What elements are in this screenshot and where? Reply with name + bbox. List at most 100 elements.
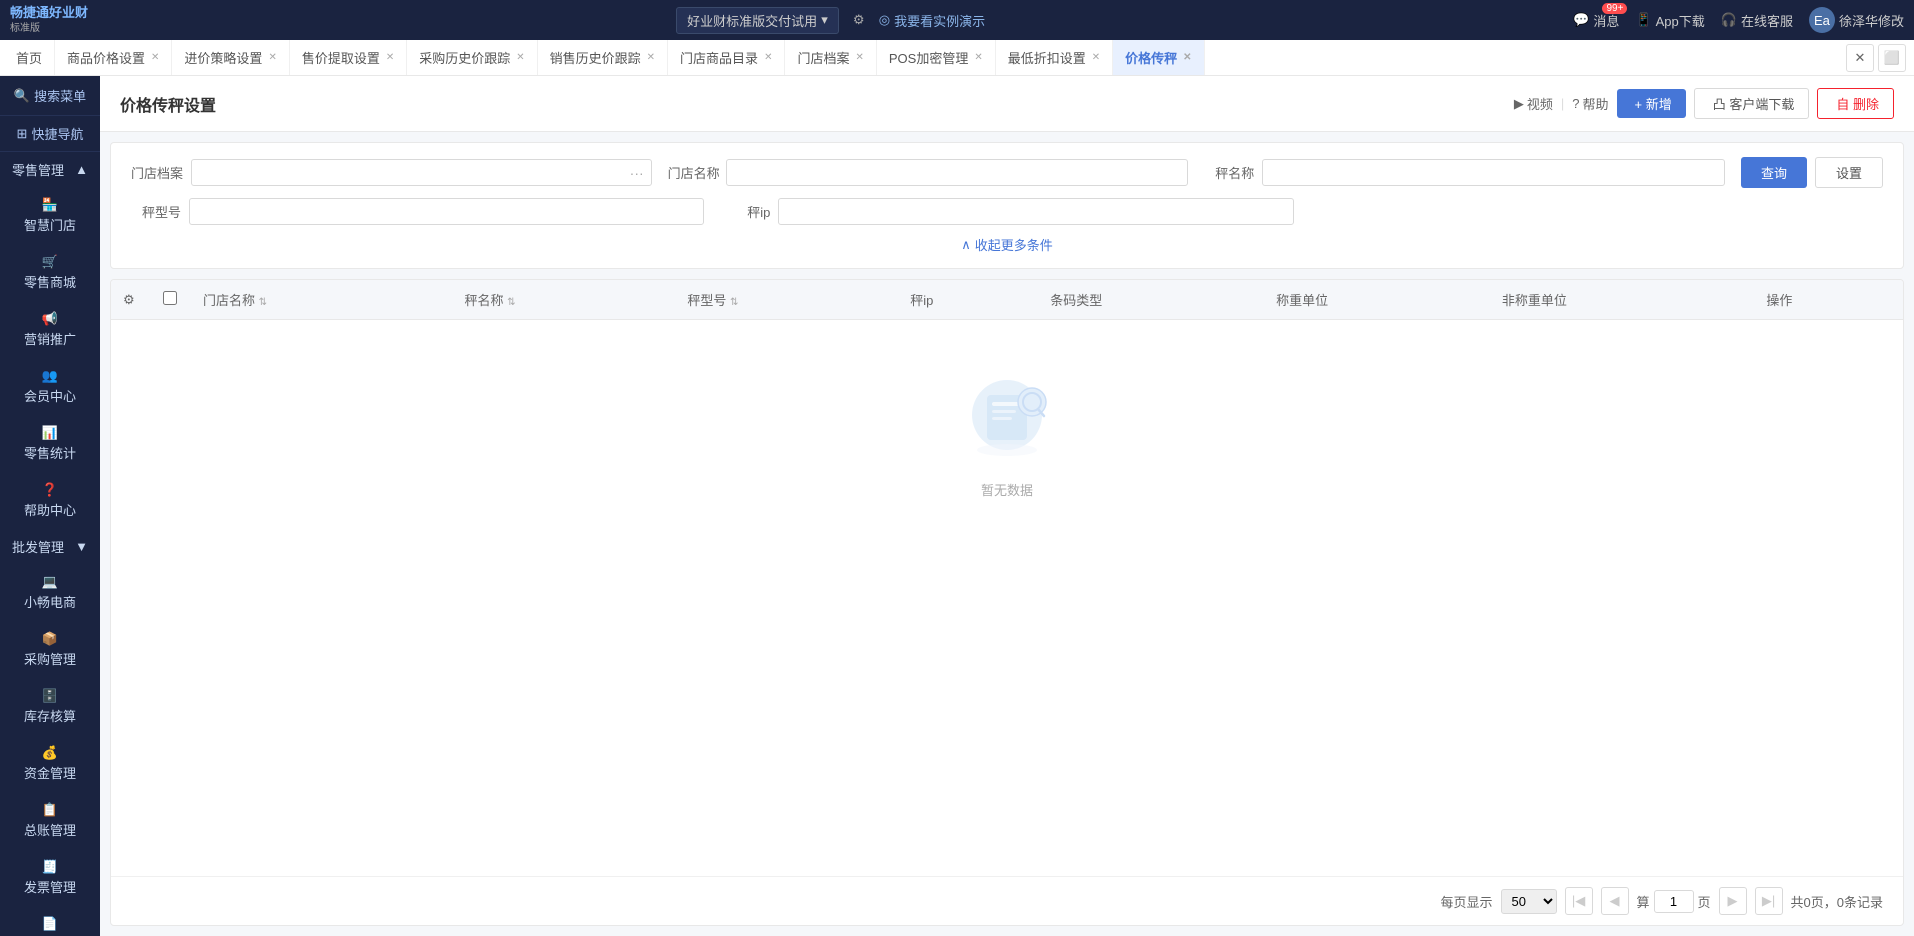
tab-close-icon[interactable]: ✕ <box>647 52 655 63</box>
tab-home-label: 首页 <box>16 48 42 67</box>
tab-purchase-history[interactable]: 采购历史价跟踪 ✕ <box>407 40 537 76</box>
th-barcode-type: 条码类型 <box>1038 280 1264 320</box>
tab-close-icon[interactable]: ✕ <box>1183 52 1191 63</box>
sidebar-item-retail-mall[interactable]: 🛒 零售商城 <box>0 244 100 301</box>
retail-group-label: 零售管理 <box>12 160 64 179</box>
last-page-button[interactable]: ▶| <box>1755 887 1783 915</box>
sidebar-item-ledger[interactable]: 📋 总账管理 <box>0 792 100 849</box>
set-button[interactable]: 设置 <box>1815 157 1883 188</box>
tab-price-transfer[interactable]: 价格传秤 ✕ <box>1113 40 1204 76</box>
set-label: 设置 <box>1836 163 1862 182</box>
select-all-checkbox[interactable] <box>163 291 177 305</box>
sidebar-item-inventory[interactable]: 🗄️ 库存核算 <box>0 678 100 735</box>
finance-icon: 💰 <box>42 745 58 761</box>
sidebar-group-retail[interactable]: 零售管理 ▲ <box>0 152 100 187</box>
sidebar: 🔍 搜索菜单 ⊞ 快捷导航 零售管理 ▲ 🏪 智慧门店 🛒 零售商城 📢 营销推… <box>0 76 100 936</box>
th-weight-unit: 称重单位 <box>1264 280 1490 320</box>
next-page-button[interactable]: ▶ <box>1719 887 1747 915</box>
query-button[interactable]: 查询 <box>1741 157 1807 188</box>
topbar-settings-button[interactable]: ⚙ <box>845 6 873 34</box>
first-page-button[interactable]: |◀ <box>1565 887 1593 915</box>
page-size-select[interactable]: 20 50 100 200 <box>1501 889 1557 914</box>
tab-close-window-button[interactable]: ✕ <box>1846 44 1874 72</box>
tab-store-catalog[interactable]: 门店商品目录 ✕ <box>668 40 785 76</box>
main-layout: 🔍 搜索菜单 ⊞ 快捷导航 零售管理 ▲ 🏪 智慧门店 🛒 零售商城 📢 营销推… <box>0 76 1914 936</box>
filter-row-2: 秤型号 秤ip <box>131 198 1883 225</box>
online-service-button[interactable]: 🎧 在线客服 <box>1721 11 1793 30</box>
search-icon: 🔍 <box>14 88 30 104</box>
scale-ip-input[interactable] <box>778 198 1293 225</box>
topbar-center: 好业财标准版交付试用 ▾ ⚙ ◎ 我要看实例演示 <box>676 6 985 34</box>
tab-label: 门店档案 <box>797 48 849 67</box>
prev-page-button[interactable]: ◀ <box>1601 887 1629 915</box>
sidebar-item-member[interactable]: 👥 会员中心 <box>0 358 100 415</box>
tab-close-icon[interactable]: ✕ <box>151 52 159 63</box>
tab-close-icon[interactable]: ✕ <box>974 52 982 63</box>
tab-close-icon[interactable]: ✕ <box>764 52 772 63</box>
scale-model-input[interactable] <box>189 198 704 225</box>
sidebar-item-marketing[interactable]: 📢 营销推广 <box>0 301 100 358</box>
sidebar-item-help-center[interactable]: ❓ 帮助中心 <box>0 472 100 529</box>
th-store-name[interactable]: 门店名称 ⇅ <box>191 280 453 320</box>
scale-name-input[interactable] <box>1262 159 1725 186</box>
tab-label: 进价策略设置 <box>184 48 262 67</box>
empty-illustration <box>947 360 1067 480</box>
user-menu-button[interactable]: Ea 徐泽华修改 <box>1809 7 1904 33</box>
tab-close-icon[interactable]: ✕ <box>516 52 524 63</box>
th-scale-name[interactable]: 秤名称 ⇅ <box>453 280 676 320</box>
message-icon: 💬 <box>1573 12 1589 28</box>
store-archive-input[interactable] <box>191 159 652 186</box>
headset-icon: 🎧 <box>1721 12 1737 28</box>
add-button[interactable]: + 新增 <box>1617 89 1686 118</box>
page-number-input[interactable] <box>1654 890 1694 913</box>
sidebar-search[interactable]: 🔍 搜索菜单 <box>0 76 100 116</box>
sidebar-item-ecommerce[interactable]: 💻 小畅电商 <box>0 564 100 621</box>
sidebar-item-label: 智慧门店 <box>24 215 76 234</box>
tab-label: 价格传秤 <box>1125 48 1177 67</box>
store-name-input[interactable] <box>726 159 1189 186</box>
sidebar-item-smart-store[interactable]: 🏪 智慧门店 <box>0 187 100 244</box>
app-download-button[interactable]: 📱 App下载 <box>1635 11 1704 30</box>
download-client-button[interactable]: 凸 客户端下载 <box>1694 88 1810 119</box>
tab-close-icon[interactable]: ✕ <box>1092 52 1100 63</box>
sidebar-group-wholesale[interactable]: 批发管理 ▼ <box>0 529 100 564</box>
tab-label: 采购历史价跟踪 <box>419 48 510 67</box>
tab-store-file[interactable]: 门店档案 ✕ <box>785 40 876 76</box>
topbar-left: 畅捷通好业财 标准版 <box>10 5 88 35</box>
tab-home[interactable]: 首页 <box>4 40 55 76</box>
column-settings-icon[interactable]: ⚙ <box>123 292 135 307</box>
th-scale-model[interactable]: 秤型号 ⇅ <box>675 280 898 320</box>
filter-scale-model: 秤型号 <box>131 198 704 225</box>
sidebar-item-retail-stats[interactable]: 📊 零售统计 <box>0 415 100 472</box>
demo-link[interactable]: ◎ 我要看实例演示 <box>879 11 985 30</box>
sidebar-item-purchase[interactable]: 📦 采购管理 <box>0 621 100 678</box>
query-label: 查询 <box>1761 163 1787 182</box>
filter-area: 门店档案 ··· 门店名称 秤名称 查询 <box>110 142 1904 269</box>
tab-close-icon[interactable]: ✕ <box>386 52 394 63</box>
sidebar-item-invoice[interactable]: 🧾 发票管理 <box>0 849 100 906</box>
tab-sales-history[interactable]: 销售历史价跟踪 ✕ <box>538 40 668 76</box>
tab-pos-manage[interactable]: POS加密管理 ✕ <box>877 40 996 76</box>
tab-sale-extract[interactable]: 售价提取设置 ✕ <box>290 40 407 76</box>
tab-maximize-button[interactable]: ⬜ <box>1878 44 1906 72</box>
delete-button[interactable]: 自 删除 <box>1817 88 1894 119</box>
sidebar-item-finance[interactable]: 💰 资金管理 <box>0 735 100 792</box>
tab-close-icon[interactable]: ✕ <box>268 52 276 63</box>
sort-icon: ⇅ <box>259 297 267 308</box>
message-button[interactable]: 💬 消息 99+ <box>1573 11 1619 30</box>
collapse-button[interactable]: ∧ 收起更多条件 <box>131 235 1883 254</box>
tab-purchase-strategy[interactable]: 进价策略设置 ✕ <box>172 40 289 76</box>
dots-button[interactable]: ··· <box>630 165 644 181</box>
version-select[interactable]: 好业财标准版交付试用 ▾ <box>676 7 839 34</box>
help-button[interactable]: ? 帮助 <box>1572 94 1608 113</box>
tab-price-settings[interactable]: 商品价格设置 ✕ <box>55 40 172 76</box>
sidebar-item-label: 小畅电商 <box>24 592 76 611</box>
filter-scale-ip: 秤ip <box>720 198 1293 225</box>
sidebar-item-tax[interactable]: 📄 税务管理 <box>0 906 100 936</box>
sidebar-search-label: 搜索菜单 <box>34 86 86 105</box>
mall-icon: 🛒 <box>42 254 58 270</box>
tab-min-discount[interactable]: 最低折扣设置 ✕ <box>996 40 1113 76</box>
video-help-button[interactable]: ▶ 视频 <box>1514 94 1553 113</box>
tab-close-icon[interactable]: ✕ <box>855 52 863 63</box>
sidebar-quicknav[interactable]: ⊞ 快捷导航 <box>0 116 100 152</box>
